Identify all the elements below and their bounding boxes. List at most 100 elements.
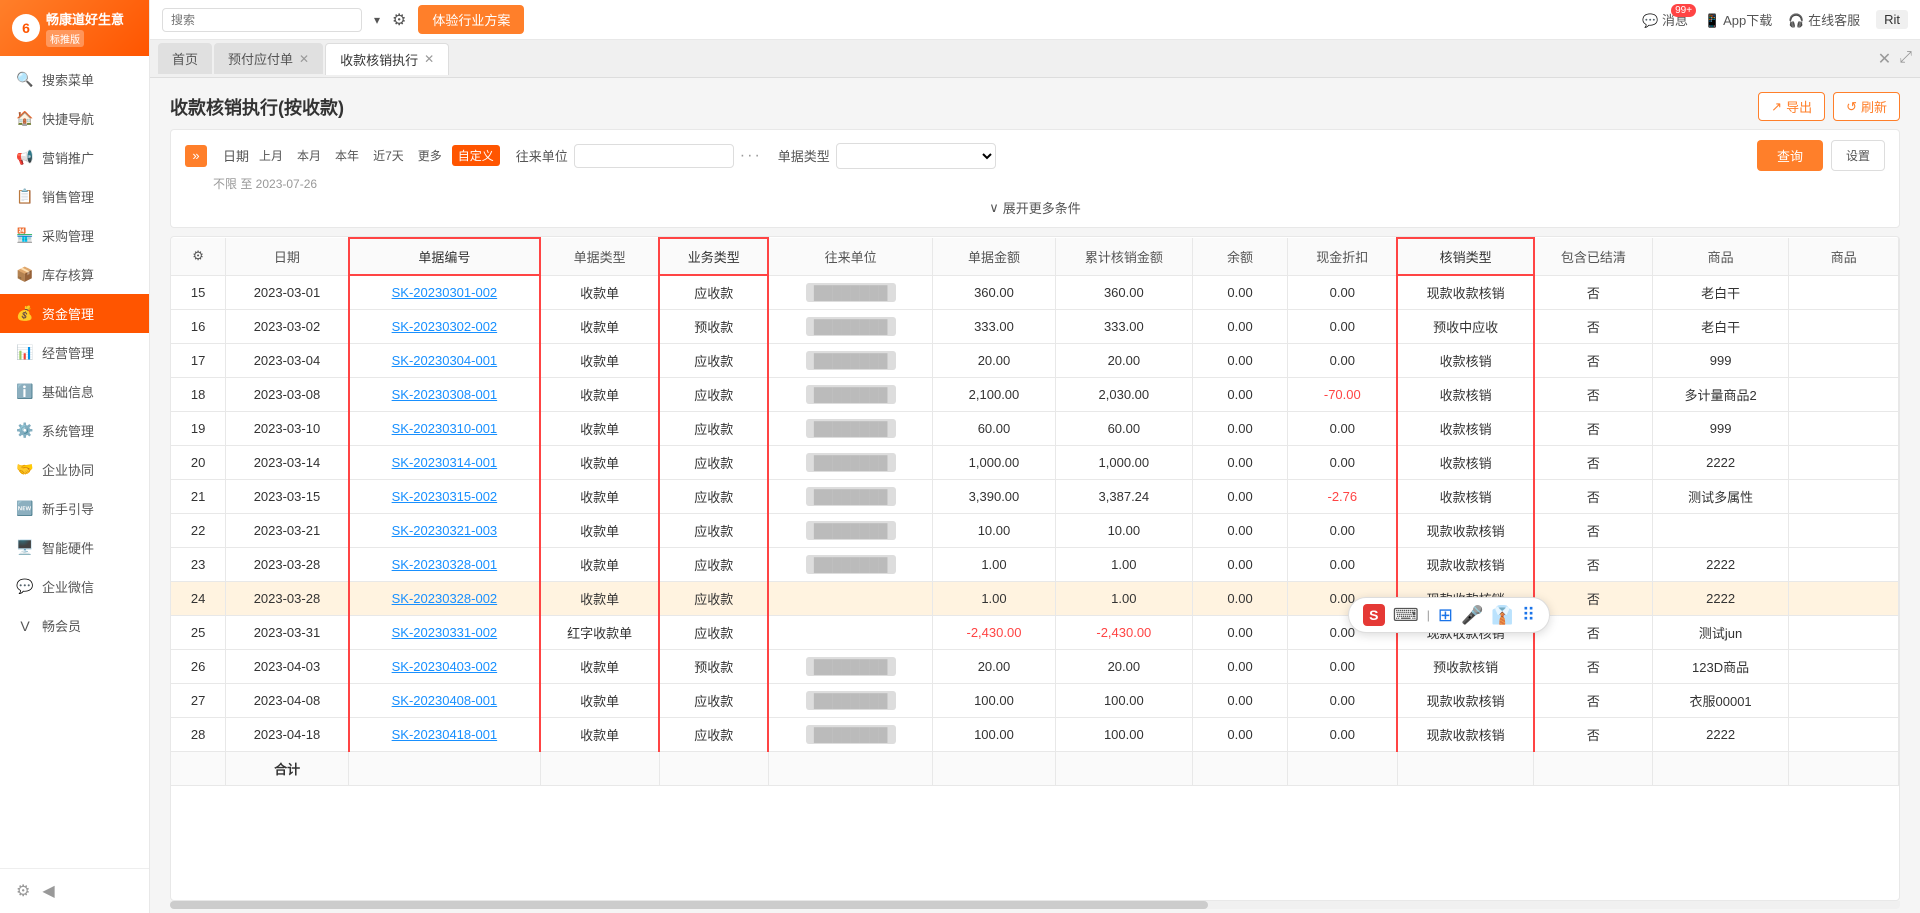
- sidebar-item-member[interactable]: V 畅会员: [0, 606, 149, 645]
- sidebar-item-sales[interactable]: 📋 销售管理: [0, 177, 149, 216]
- scrollbar-thumb[interactable]: [170, 901, 1208, 909]
- sidebar-item-wechat[interactable]: 💬 企业微信: [0, 567, 149, 606]
- partner-dots[interactable]: ···: [740, 147, 762, 165]
- date-prev-month[interactable]: 上月: [255, 145, 287, 166]
- keyboard-icon[interactable]: ⊞: [1438, 605, 1453, 626]
- table-row[interactable]: 192023-03-10SK-20230310-001收款单应收款███████…: [171, 412, 1899, 446]
- bill-no-link[interactable]: SK-20230304-001: [392, 353, 498, 368]
- col-header-cancel_type[interactable]: 核销类型: [1397, 238, 1534, 275]
- tab-close-receipt[interactable]: ✕: [424, 52, 434, 66]
- grid-icon[interactable]: 🎤: [1461, 605, 1483, 626]
- cell-bill_no[interactable]: SK-20230308-001: [349, 378, 540, 412]
- date-7days[interactable]: 近7天: [369, 145, 408, 166]
- bill-no-link[interactable]: SK-20230302-002: [392, 319, 498, 334]
- sidebar-item-search[interactable]: 🔍 搜索菜单: [0, 60, 149, 99]
- date-custom-btn[interactable]: 自定义: [452, 145, 500, 166]
- table-row[interactable]: 202023-03-14SK-20230314-001收款单应收款███████…: [171, 446, 1899, 480]
- table-row[interactable]: 262023-04-03SK-20230403-002收款单预收款███████…: [171, 650, 1899, 684]
- tab-expand-icon[interactable]: ⤢: [1899, 49, 1912, 69]
- expand-conditions[interactable]: ∨ 展开更多条件: [185, 198, 1885, 217]
- table-row[interactable]: 162023-03-02SK-20230302-002收款单预收款███████…: [171, 310, 1899, 344]
- sidebar-item-capital[interactable]: 💰 资金管理: [0, 294, 149, 333]
- topbar-gear-icon[interactable]: ⚙: [392, 10, 406, 30]
- col-header-bill_no[interactable]: 单据编号: [349, 238, 540, 275]
- table-row[interactable]: 232023-03-28SK-20230328-001收款单应收款███████…: [171, 548, 1899, 582]
- bill-type-select[interactable]: [836, 143, 996, 169]
- col-header-amount[interactable]: 单据金额: [932, 238, 1055, 275]
- bill-no-link[interactable]: SK-20230315-002: [392, 489, 498, 504]
- apps-icon[interactable]: ⠿: [1522, 605, 1535, 626]
- table-row[interactable]: 252023-03-31SK-20230331-002红字收款单应收款-2,43…: [171, 616, 1899, 650]
- online-service-link[interactable]: 🎧 在线客服: [1788, 10, 1860, 29]
- table-row[interactable]: 182023-03-08SK-20230308-001收款单应收款███████…: [171, 378, 1899, 412]
- shirt-icon[interactable]: 👔: [1491, 605, 1513, 626]
- bill-no-link[interactable]: SK-20230314-001: [392, 455, 498, 470]
- table-row[interactable]: 242023-03-28SK-20230328-002收款单应收款1.001.0…: [171, 582, 1899, 616]
- cell-bill_no[interactable]: SK-20230418-001: [349, 718, 540, 752]
- partner-input[interactable]: [574, 144, 734, 168]
- tab-payable[interactable]: 预付应付单✕: [214, 43, 323, 74]
- col-header-balance[interactable]: 余额: [1192, 238, 1288, 275]
- col-header-include_settled[interactable]: 包含已结清: [1534, 238, 1652, 275]
- col-header-biz_type[interactable]: 业务类型: [659, 238, 768, 275]
- user-menu[interactable]: Rit: [1876, 10, 1908, 29]
- table-row[interactable]: 152023-03-01SK-20230301-002收款单应收款███████…: [171, 275, 1899, 310]
- topbar-dropdown[interactable]: ▾: [374, 13, 380, 27]
- bill-no-link[interactable]: SK-20230418-001: [392, 727, 498, 742]
- table-row[interactable]: 222023-03-21SK-20230321-003收款单应收款███████…: [171, 514, 1899, 548]
- col-header-discount[interactable]: 现金折扣: [1288, 238, 1397, 275]
- cell-bill_no[interactable]: SK-20230302-002: [349, 310, 540, 344]
- tab-receipt[interactable]: 收款核销执行✕: [325, 43, 449, 75]
- refresh-button[interactable]: ↺ 刷新: [1833, 92, 1900, 121]
- sidebar-item-inventory[interactable]: 📦 库存核算: [0, 255, 149, 294]
- col-header-partner[interactable]: 往来单位: [768, 238, 932, 275]
- bill-no-link[interactable]: SK-20230328-001: [392, 557, 498, 572]
- topbar-search-input[interactable]: [162, 8, 362, 32]
- cell-bill_no[interactable]: SK-20230315-002: [349, 480, 540, 514]
- table-row[interactable]: 172023-03-04SK-20230304-001收款单应收款███████…: [171, 344, 1899, 378]
- industry-solution-button[interactable]: 体验行业方案: [418, 5, 524, 34]
- sidebar-item-hardware[interactable]: 🖥️ 智能硬件: [0, 528, 149, 567]
- bill-no-link[interactable]: SK-20230310-001: [392, 421, 498, 436]
- col-header-goods2[interactable]: 商品: [1789, 238, 1899, 275]
- sidebar-item-corp[interactable]: 🤝 企业协同: [0, 450, 149, 489]
- date-this-month[interactable]: 本月: [293, 145, 325, 166]
- bill-no-link[interactable]: SK-20230301-002: [392, 285, 498, 300]
- cell-bill_no[interactable]: SK-20230403-002: [349, 650, 540, 684]
- date-this-year[interactable]: 本年: [331, 145, 363, 166]
- collapse-icon[interactable]: ◀: [42, 881, 54, 901]
- sidebar-item-marketing[interactable]: 📢 营销推广: [0, 138, 149, 177]
- sidebar-item-operation[interactable]: 📊 经营管理: [0, 333, 149, 372]
- table-row[interactable]: 272023-04-08SK-20230408-001收款单应收款███████…: [171, 684, 1899, 718]
- bill-no-link[interactable]: SK-20230308-001: [392, 387, 498, 402]
- col-header-goods[interactable]: 商品: [1652, 238, 1789, 275]
- cell-bill_no[interactable]: SK-20230314-001: [349, 446, 540, 480]
- query-button[interactable]: 查询: [1757, 140, 1823, 171]
- horizontal-scrollbar[interactable]: [170, 901, 1900, 909]
- sidebar-item-purchase[interactable]: 🏪 采购管理: [0, 216, 149, 255]
- message-badge[interactable]: 💬 消息 99+: [1642, 10, 1688, 29]
- table-row[interactable]: 212023-03-15SK-20230315-002收款单应收款███████…: [171, 480, 1899, 514]
- bill-no-link[interactable]: SK-20230403-002: [392, 659, 498, 674]
- settings-icon[interactable]: ⚙: [16, 881, 30, 901]
- cell-bill_no[interactable]: SK-20230328-001: [349, 548, 540, 582]
- bill-no-link[interactable]: SK-20230408-001: [392, 693, 498, 708]
- app-download-link[interactable]: 📱 App下载: [1704, 10, 1772, 29]
- bill-no-link[interactable]: SK-20230328-002: [392, 591, 498, 606]
- cell-bill_no[interactable]: SK-20230304-001: [349, 344, 540, 378]
- cell-bill_no[interactable]: SK-20230331-002: [349, 616, 540, 650]
- s-icon[interactable]: S: [1363, 604, 1385, 626]
- col-header-bill_type[interactable]: 单据类型: [540, 238, 659, 275]
- bill-no-link[interactable]: SK-20230321-003: [392, 523, 498, 538]
- cell-bill_no[interactable]: SK-20230321-003: [349, 514, 540, 548]
- tab-close-payable[interactable]: ✕: [299, 52, 309, 66]
- cell-bill_no[interactable]: SK-20230408-001: [349, 684, 540, 718]
- sidebar-item-basic[interactable]: ℹ️ 基础信息: [0, 372, 149, 411]
- filter-toggle-icon[interactable]: »: [185, 145, 207, 167]
- cell-bill_no[interactable]: SK-20230328-002: [349, 582, 540, 616]
- col-header-date[interactable]: 日期: [226, 238, 349, 275]
- col-header-verified[interactable]: 累计核销金额: [1055, 238, 1192, 275]
- sidebar-item-system[interactable]: ⚙️ 系统管理: [0, 411, 149, 450]
- col-header-no[interactable]: ⚙: [171, 238, 226, 275]
- mic-icon[interactable]: ⌨: [1393, 605, 1419, 626]
